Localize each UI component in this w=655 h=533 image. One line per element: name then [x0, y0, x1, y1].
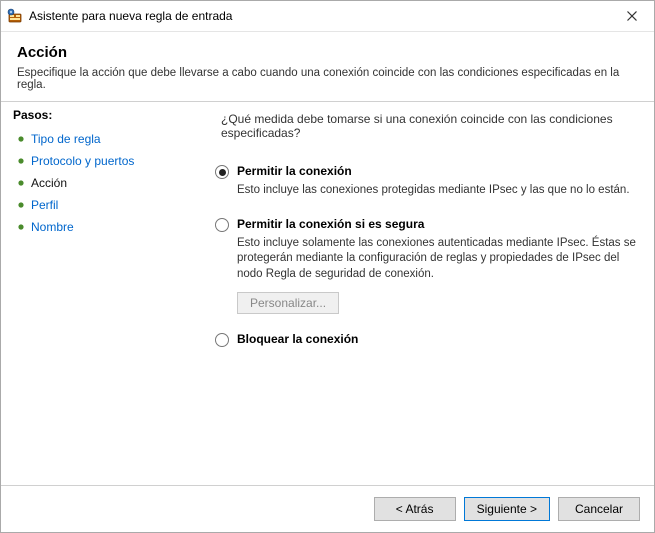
step-label: Protocolo y puertos — [31, 154, 134, 168]
option-allow-label: Permitir la conexión — [237, 164, 352, 178]
steps-sidebar: Pasos: Tipo de regla Protocolo y puertos… — [1, 102, 179, 485]
page-subtitle: Especifique la acción que debe llevarse … — [17, 67, 638, 91]
customize-button: Personalizar... — [237, 292, 339, 314]
page-header: Acción Especifique la acción que debe ll… — [1, 32, 654, 102]
steps-title: Pasos: — [13, 108, 167, 122]
page-title: Acción — [17, 44, 638, 61]
option-allow: Permitir la conexión Esto incluye las co… — [215, 164, 636, 199]
step-label: Tipo de regla — [31, 132, 101, 146]
content-panel: ¿Qué medida debe tomarse si una conexión… — [179, 102, 654, 485]
wizard-body: Pasos: Tipo de regla Protocolo y puertos… — [1, 102, 654, 485]
step-tipo-de-regla[interactable]: Tipo de regla — [13, 128, 167, 150]
radio-block[interactable] — [215, 333, 229, 347]
option-allow-desc: Esto incluye las conexiones protegidas m… — [237, 183, 636, 199]
radio-allow-row[interactable]: Permitir la conexión — [215, 164, 636, 179]
option-block-label: Bloquear la conexión — [237, 332, 358, 346]
wizard-window: Asistente para nueva regla de entrada Ac… — [0, 0, 655, 533]
bullet-icon — [13, 223, 29, 231]
close-icon — [627, 11, 637, 21]
step-accion[interactable]: Acción — [13, 172, 167, 194]
wizard-footer: < Atrás Siguiente > Cancelar — [1, 485, 654, 532]
bullet-icon — [13, 179, 29, 187]
app-icon — [1, 8, 29, 24]
close-button[interactable] — [609, 1, 654, 31]
step-nombre[interactable]: Nombre — [13, 216, 167, 238]
bullet-icon — [13, 201, 29, 209]
step-label: Nombre — [31, 220, 74, 234]
step-label: Acción — [31, 176, 67, 190]
radio-allow-secure[interactable] — [215, 218, 229, 232]
next-button[interactable]: Siguiente > — [464, 497, 550, 521]
radio-allow[interactable] — [215, 165, 229, 179]
option-block: Bloquear la conexión — [215, 332, 636, 347]
back-button[interactable]: < Atrás — [374, 497, 456, 521]
window-title: Asistente para nueva regla de entrada — [29, 9, 609, 23]
step-label: Perfil — [31, 198, 58, 212]
radio-block-row[interactable]: Bloquear la conexión — [215, 332, 636, 347]
bullet-icon — [13, 157, 29, 165]
bullet-icon — [13, 135, 29, 143]
step-perfil[interactable]: Perfil — [13, 194, 167, 216]
option-allow-secure-label: Permitir la conexión si es segura — [237, 217, 424, 231]
radio-allow-secure-row[interactable]: Permitir la conexión si es segura — [215, 217, 636, 232]
titlebar: Asistente para nueva regla de entrada — [1, 1, 654, 32]
option-allow-secure-desc: Esto incluye solamente las conexiones au… — [237, 236, 636, 283]
cancel-button[interactable]: Cancelar — [558, 497, 640, 521]
option-allow-secure: Permitir la conexión si es segura Esto i… — [215, 217, 636, 315]
intro-text: ¿Qué medida debe tomarse si una conexión… — [221, 112, 636, 140]
step-protocolo-y-puertos[interactable]: Protocolo y puertos — [13, 150, 167, 172]
